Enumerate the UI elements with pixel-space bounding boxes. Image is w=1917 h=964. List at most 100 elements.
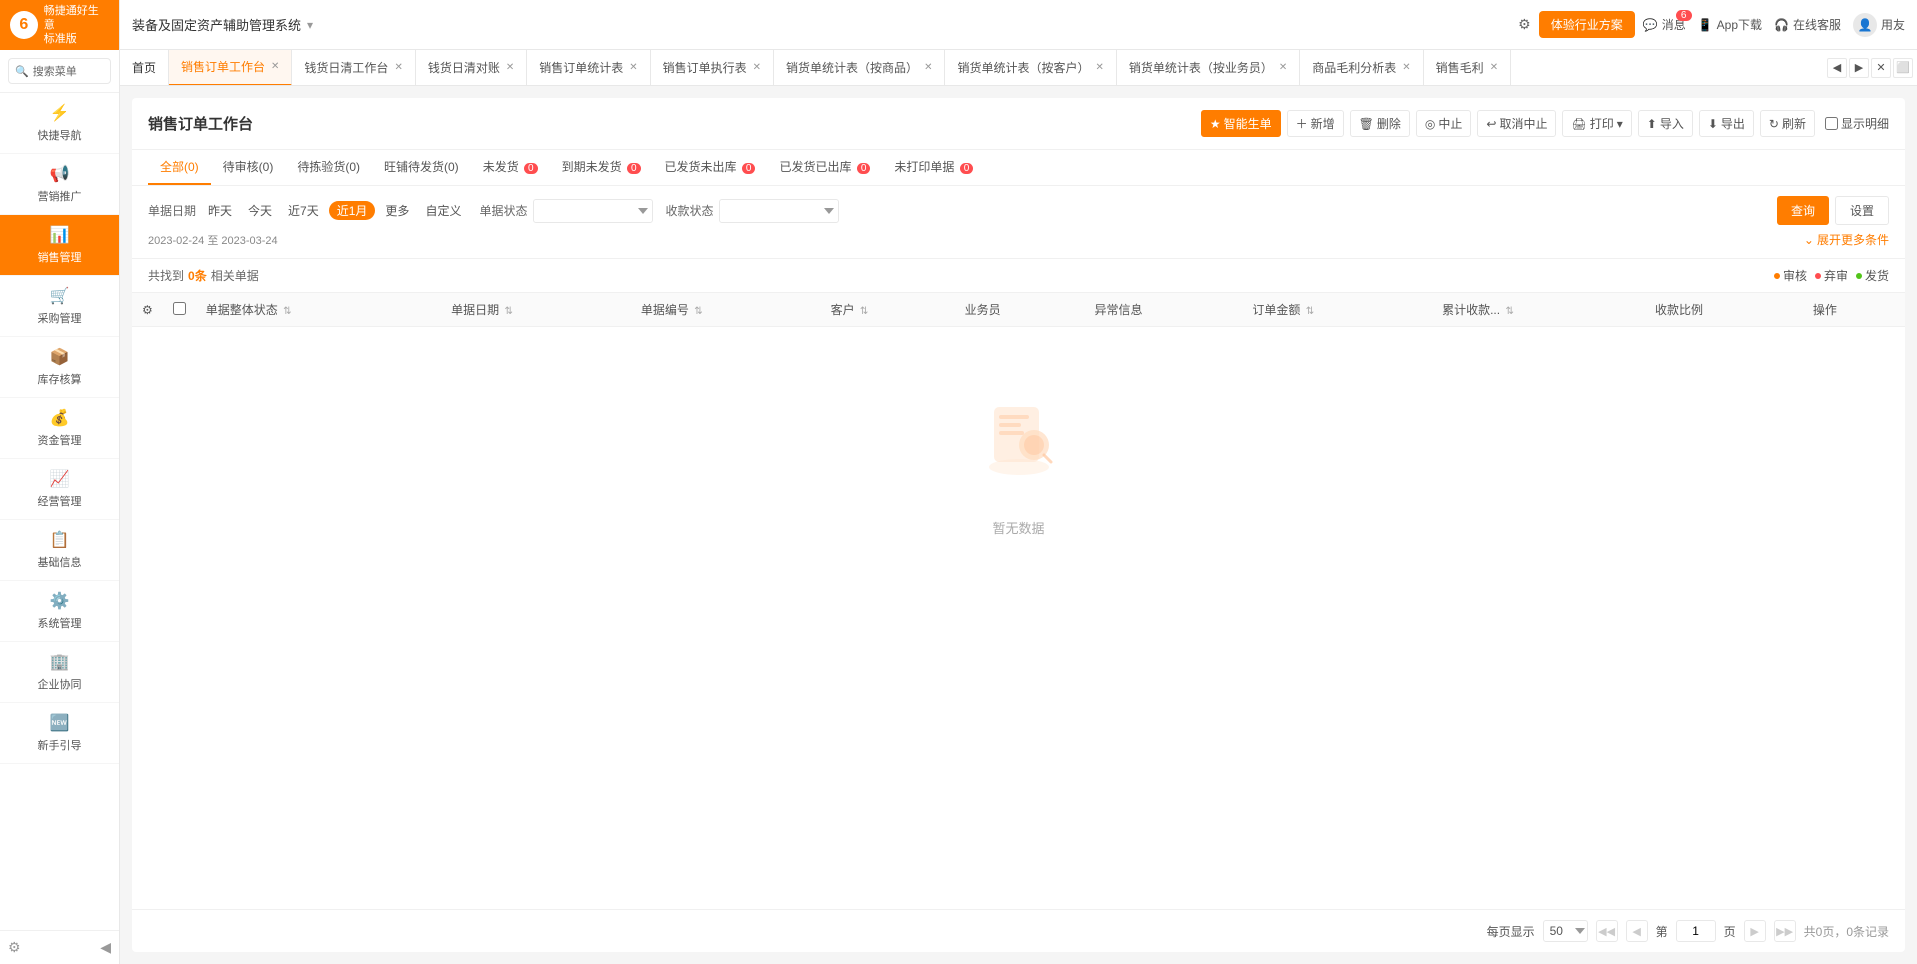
app-download-btn[interactable]: 📱 App下载 — [1698, 16, 1762, 33]
ship-dot — [1856, 273, 1862, 279]
sidebar-item-inventory[interactable]: 📦 库存核算 — [0, 337, 119, 398]
tab-close-icon[interactable]: ✕ — [506, 62, 514, 73]
pagination-first-btn[interactable]: ◀◀ — [1596, 920, 1618, 942]
smart-create-btn[interactable]: ★ 智能生单 — [1201, 110, 1281, 137]
status-select[interactable] — [533, 199, 653, 223]
sidebar-item-purchase[interactable]: 🛒 采购管理 — [0, 276, 119, 337]
page-input[interactable] — [1676, 920, 1716, 942]
review-action-btn[interactable]: 审核 — [1774, 267, 1807, 284]
topbar-settings-icon[interactable]: ⚙ — [1518, 16, 1531, 33]
tab-sales-by-product[interactable]: 销货单统计表（按商品） ✕ — [774, 50, 945, 86]
pagination-prev-btn[interactable]: ◀ — [1626, 920, 1648, 942]
tab-cash-reconcile[interactable]: 钱货日清对账 ✕ — [416, 50, 527, 86]
tab-home[interactable]: 首页 — [120, 50, 169, 86]
tab-close-icon[interactable]: ✕ — [753, 62, 761, 73]
tab-cash-daily[interactable]: 钱货日清工作台 ✕ — [292, 50, 415, 86]
col-settings[interactable]: ⚙ — [132, 293, 163, 327]
query-btn[interactable]: 查询 — [1777, 196, 1829, 225]
tab-sales-profit[interactable]: 销售毛利 ✕ — [1424, 50, 1511, 86]
sub-tab-all[interactable]: 全部(0) — [148, 150, 211, 185]
tabs-next-btn[interactable]: ▶ — [1849, 58, 1869, 78]
payment-select[interactable] — [719, 199, 839, 223]
date-last1month-btn[interactable]: 近1月 — [329, 201, 376, 220]
tab-sales-by-customer[interactable]: 销货单统计表（按客户） ✕ — [945, 50, 1116, 86]
sort-icon[interactable]: ⇅ — [505, 306, 513, 317]
refresh-btn[interactable]: ↻ 刷新 — [1760, 110, 1815, 137]
date-more-btn[interactable]: 更多 — [379, 200, 415, 221]
tab-close-icon[interactable]: ✕ — [1095, 62, 1103, 73]
tab-close-icon[interactable]: ✕ — [271, 61, 279, 72]
sidebar-item-quick-nav[interactable]: ⚡ 快捷导航 — [0, 93, 119, 154]
tab-sales-by-staff[interactable]: 销货单统计表（按业务员） ✕ — [1117, 50, 1300, 86]
sub-tab-shipped-not-out[interactable]: 已发货未出库 0 — [653, 150, 768, 185]
sort-icon[interactable]: ⇅ — [283, 306, 291, 317]
export-btn[interactable]: ⬇ 导出 — [1699, 110, 1754, 137]
set-btn[interactable]: 设置 — [1835, 196, 1889, 225]
tab-close-icon[interactable]: ✕ — [394, 62, 402, 73]
sidebar-item-operations[interactable]: 📈 经营管理 — [0, 459, 119, 520]
tab-close-icon[interactable]: ✕ — [1279, 62, 1287, 73]
sort-icon[interactable]: ⇅ — [1505, 306, 1513, 317]
sub-tab-not-shipped[interactable]: 未发货 0 — [471, 150, 550, 185]
date-custom-btn[interactable]: 自定义 — [419, 200, 467, 221]
date-last7-btn[interactable]: 近7天 — [282, 200, 325, 221]
cancel-stop-btn[interactable]: ↩ 取消中止 — [1477, 110, 1556, 137]
tab-close-icon[interactable]: ✕ — [924, 62, 932, 73]
print-btn[interactable]: 🖨 打印 ▾ — [1562, 110, 1631, 137]
void-dot — [1815, 273, 1821, 279]
sort-icon[interactable]: ⇅ — [694, 306, 702, 317]
tab-close-icon[interactable]: ✕ — [629, 62, 637, 73]
expand-filter-btn[interactable]: ⌄ 展开更多条件 — [1804, 231, 1889, 248]
add-btn[interactable]: ＋ 新增 — [1287, 110, 1344, 137]
title-dropdown-arrow[interactable]: ▾ — [307, 18, 313, 32]
industry-btn[interactable]: 体验行业方案 — [1539, 11, 1635, 38]
sub-tab-not-printed[interactable]: 未打印单据 0 — [882, 150, 985, 185]
sidebar-item-basic-info[interactable]: 📋 基础信息 — [0, 520, 119, 581]
stop-btn[interactable]: ◎ 中止 — [1416, 110, 1472, 137]
sidebar-item-system[interactable]: ⚙️ 系统管理 — [0, 581, 119, 642]
online-service-btn[interactable]: 🎧 在线客服 — [1774, 16, 1841, 33]
date-today-btn[interactable]: 今天 — [242, 200, 278, 221]
settings-icon[interactable]: ⚙ — [142, 303, 153, 317]
sub-tab-overdue[interactable]: 到期未发货 0 — [550, 150, 653, 185]
ship-action-btn[interactable]: 发货 — [1856, 267, 1889, 284]
pagination-last-btn[interactable]: ▶▶ — [1774, 920, 1796, 942]
per-page-select[interactable]: 50 10 20 100 — [1543, 920, 1588, 942]
show-detail-label[interactable]: 显示明细 — [1825, 115, 1889, 132]
collapse-sidebar-btn[interactable]: ◀ — [100, 939, 111, 956]
tab-sales-order-workbench[interactable]: 销售订单工作台 ✕ — [169, 50, 292, 86]
tabs-close-btn[interactable]: ✕ — [1871, 58, 1891, 78]
tab-sales-stats[interactable]: 销售订单统计表 ✕ — [527, 50, 650, 86]
sidebar-item-guide[interactable]: 🆕 新手引导 — [0, 703, 119, 764]
sidebar-item-sales[interactable]: 📊 销售管理 — [0, 215, 119, 276]
sub-tab-pending-review[interactable]: 待审核(0) — [211, 150, 286, 185]
sort-icon[interactable]: ⇅ — [860, 306, 868, 317]
payment-filter-label: 收款状态 — [665, 202, 713, 219]
date-yesterday-btn[interactable]: 昨天 — [202, 200, 238, 221]
sidebar-item-enterprise[interactable]: 🏢 企业协同 — [0, 642, 119, 703]
pagination-next-btn[interactable]: ▶ — [1744, 920, 1766, 942]
import-btn[interactable]: ⬆ 导入 — [1638, 110, 1693, 137]
tab-sales-exec[interactable]: 销售订单执行表 ✕ — [651, 50, 774, 86]
void-action-btn[interactable]: 弃审 — [1815, 267, 1848, 284]
tab-close-icon[interactable]: ✕ — [1402, 62, 1410, 73]
sub-tab-shipped-out[interactable]: 已发货已出库 0 — [767, 150, 882, 185]
message-btn[interactable]: 💬 消息 6 — [1643, 16, 1686, 33]
sidebar-item-marketing[interactable]: 📢 营销推广 — [0, 154, 119, 215]
user-menu-btn[interactable]: 👤 用友 — [1853, 13, 1905, 37]
sub-tab-pending-inspect[interactable]: 待拣验货(0) — [285, 150, 372, 185]
sidebar-item-finance[interactable]: 💰 资金管理 — [0, 398, 119, 459]
show-detail-checkbox[interactable] — [1825, 117, 1838, 130]
select-all-checkbox[interactable] — [173, 302, 186, 315]
tabs-expand-btn[interactable]: ⬜ — [1893, 58, 1913, 78]
phone-icon: 📱 — [1698, 18, 1713, 32]
sort-icon[interactable]: ⇅ — [1306, 306, 1314, 317]
settings-footer-btn[interactable]: ⚙ — [8, 939, 21, 956]
search-menu-btn[interactable]: 🔍 搜索菜单 — [8, 58, 111, 84]
tab-close-icon[interactable]: ✕ — [1490, 62, 1498, 73]
col-checkbox[interactable] — [163, 293, 196, 327]
delete-btn[interactable]: 🗑 删除 — [1350, 110, 1410, 137]
sub-tab-wangpu[interactable]: 旺铺待发货(0) — [372, 150, 471, 185]
tab-goods-margin[interactable]: 商品毛利分析表 ✕ — [1300, 50, 1423, 86]
tabs-prev-btn[interactable]: ◀ — [1827, 58, 1847, 78]
